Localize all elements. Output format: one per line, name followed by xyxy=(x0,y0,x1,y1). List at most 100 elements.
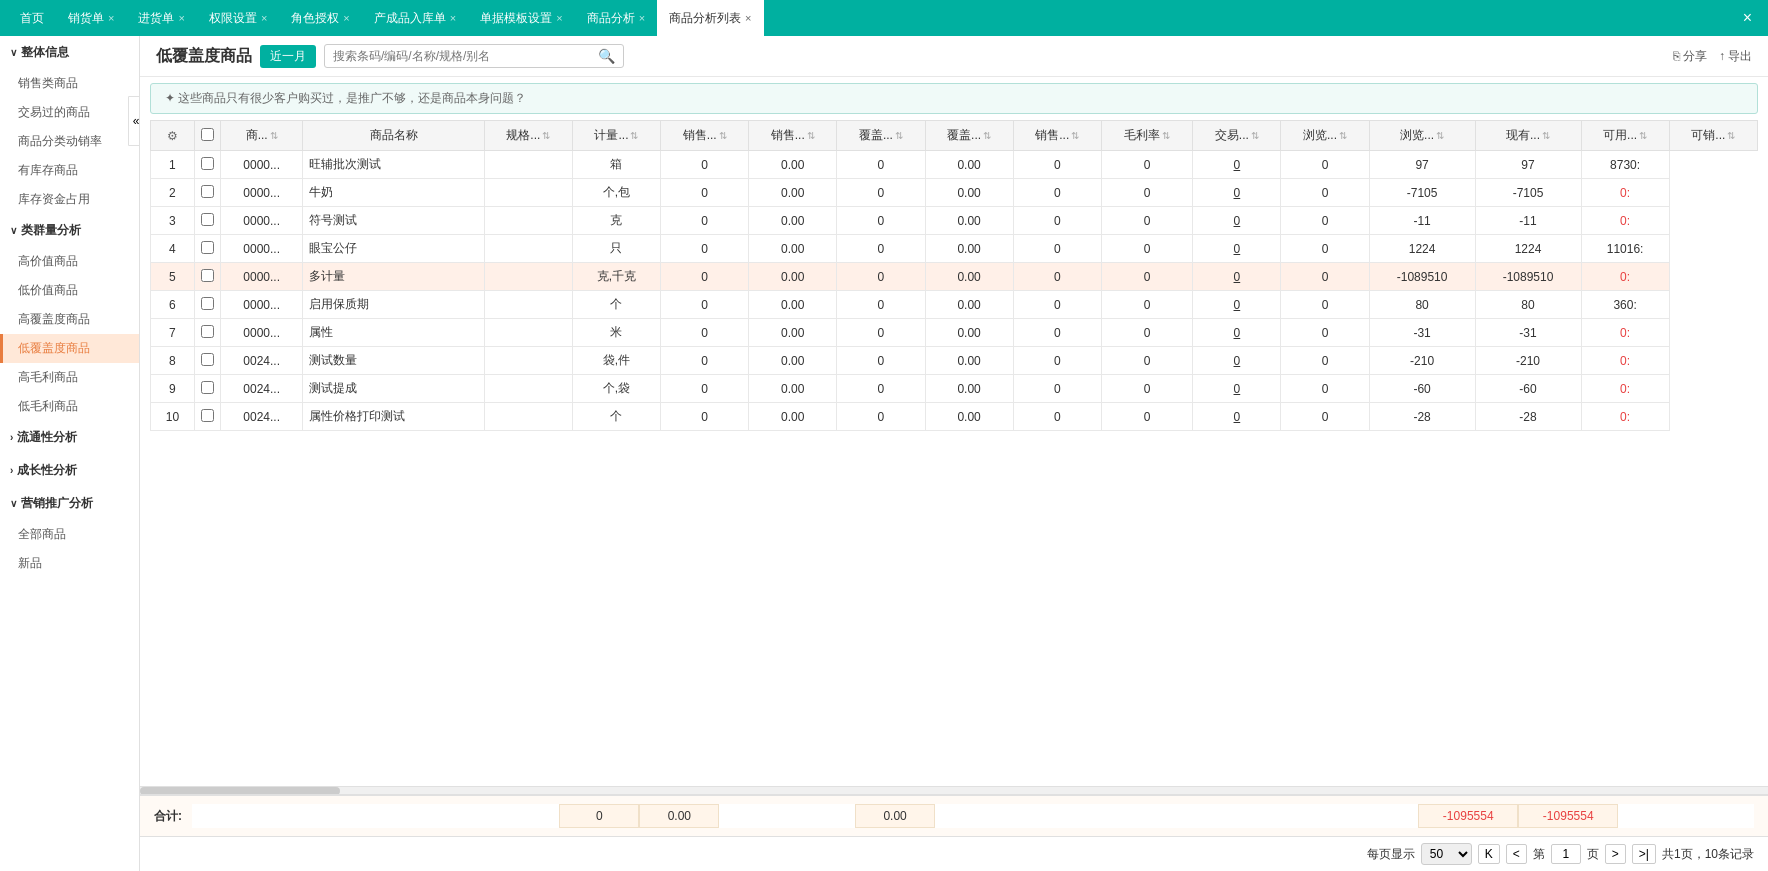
sidebar-item-category-rate[interactable]: 商品分类动销率 xyxy=(0,127,139,156)
nav-tab-template[interactable]: 单据模板设置 × xyxy=(468,0,574,36)
time-filter-button[interactable]: 近一月 xyxy=(260,45,316,68)
table-cell-checkbox[interactable] xyxy=(194,151,220,179)
table-cell-v7[interactable]: 0 xyxy=(1193,235,1281,263)
col-sales1[interactable]: 销售...⇅ xyxy=(661,121,749,151)
browse-link[interactable]: 0 xyxy=(1234,354,1241,368)
close-icon[interactable]: × xyxy=(556,12,562,24)
table-cell-v7[interactable]: 0 xyxy=(1193,263,1281,291)
share-button[interactable]: ⎘ 分享 xyxy=(1673,48,1707,65)
table-cell-v7[interactable]: 0 xyxy=(1193,403,1281,431)
sidebar-item-all-goods[interactable]: 全部商品 xyxy=(0,520,139,549)
table-cell-v7[interactable]: 0 xyxy=(1193,207,1281,235)
per-page-select[interactable]: 50 100 200 xyxy=(1421,843,1472,865)
close-icon[interactable]: × xyxy=(450,12,456,24)
browse-link[interactable]: 0 xyxy=(1234,410,1241,424)
sidebar-item-sales-goods[interactable]: 销售类商品 xyxy=(0,69,139,98)
col-transaction[interactable]: 交易...⇅ xyxy=(1193,121,1281,151)
close-icon[interactable]: × xyxy=(639,12,645,24)
nav-tab-sales[interactable]: 销货单 × xyxy=(56,0,126,36)
table-cell-checkbox[interactable] xyxy=(194,291,220,319)
close-icon[interactable]: × xyxy=(343,12,349,24)
col-code[interactable]: 商...⇅ xyxy=(220,121,303,151)
row-checkbox[interactable] xyxy=(201,297,214,310)
sidebar-item-low-profit[interactable]: 低毛利商品 xyxy=(0,392,139,421)
table-cell-checkbox[interactable] xyxy=(194,235,220,263)
browse-link[interactable]: 0 xyxy=(1234,214,1241,228)
select-all-checkbox[interactable] xyxy=(201,128,214,141)
col-spec[interactable]: 规格...⇅ xyxy=(484,121,572,151)
table-cell-v7[interactable]: 0 xyxy=(1193,291,1281,319)
table-cell-v7[interactable]: 0 xyxy=(1193,375,1281,403)
browse-link[interactable]: 0 xyxy=(1234,186,1241,200)
row-checkbox[interactable] xyxy=(201,381,214,394)
table-cell-v7[interactable]: 0 xyxy=(1193,319,1281,347)
row-checkbox[interactable] xyxy=(201,409,214,422)
col-current-stock[interactable]: 现有...⇅ xyxy=(1475,121,1581,151)
col-sales2[interactable]: 销售...⇅ xyxy=(749,121,837,151)
prev-page-button[interactable]: < xyxy=(1506,844,1527,864)
horizontal-scrollbar[interactable] xyxy=(140,786,1768,794)
row-checkbox[interactable] xyxy=(201,241,214,254)
browse-link[interactable]: 0 xyxy=(1234,298,1241,312)
search-input[interactable] xyxy=(333,49,598,63)
table-cell-checkbox[interactable] xyxy=(194,375,220,403)
page-number-input[interactable] xyxy=(1551,844,1581,864)
sidebar-item-high-coverage[interactable]: 高覆盖度商品 xyxy=(0,305,139,334)
browse-link[interactable]: 0 xyxy=(1234,270,1241,284)
nav-tab-permissions[interactable]: 权限设置 × xyxy=(197,0,279,36)
nav-tab-home[interactable]: 首页 xyxy=(8,0,56,36)
first-page-button[interactable]: K xyxy=(1478,844,1500,864)
sidebar-section-marketing[interactable]: ∨ 营销推广分析 xyxy=(0,487,139,520)
sidebar-item-new-goods[interactable]: 新品 xyxy=(0,549,139,578)
sidebar-section-liquidity[interactable]: › 流通性分析 xyxy=(0,421,139,454)
sidebar-item-stock-capital[interactable]: 库存资金占用 xyxy=(0,185,139,214)
close-all-button[interactable]: × xyxy=(1735,9,1760,27)
table-cell-checkbox[interactable] xyxy=(194,319,220,347)
close-icon[interactable]: × xyxy=(178,12,184,24)
export-button[interactable]: ↑ 导出 xyxy=(1719,48,1752,65)
sidebar-section-cluster[interactable]: ∨ 类群量分析 xyxy=(0,214,139,247)
browse-link[interactable]: 0 xyxy=(1234,158,1241,172)
close-icon[interactable]: × xyxy=(745,12,751,24)
row-checkbox[interactable] xyxy=(201,325,214,338)
row-checkbox[interactable] xyxy=(201,157,214,170)
col-available-stock[interactable]: 可用...⇅ xyxy=(1581,121,1669,151)
browse-link[interactable]: 0 xyxy=(1234,382,1241,396)
last-page-button[interactable]: >| xyxy=(1632,844,1656,864)
col-sales3[interactable]: 销售...⇅ xyxy=(1013,121,1101,151)
sidebar-item-low-value[interactable]: 低价值商品 xyxy=(0,276,139,305)
col-sellable[interactable]: 可销...⇅ xyxy=(1669,121,1757,151)
data-table-wrapper[interactable]: ⚙ 商...⇅ 商品名称 规格...⇅ 计量...⇅ 销售...⇅ 销售...⇅… xyxy=(150,120,1758,786)
table-cell-v7[interactable]: 0 xyxy=(1193,347,1281,375)
next-page-button[interactable]: > xyxy=(1605,844,1626,864)
table-cell-checkbox[interactable] xyxy=(194,403,220,431)
search-box[interactable]: 🔍 xyxy=(324,44,624,68)
nav-tab-goods-analysis-list[interactable]: 商品分析列表 × xyxy=(657,0,763,36)
sidebar-item-low-coverage[interactable]: 低覆盖度商品 xyxy=(0,334,139,363)
table-cell-checkbox[interactable] xyxy=(194,347,220,375)
row-checkbox[interactable] xyxy=(201,353,214,366)
nav-tab-purchase[interactable]: 进货单 × xyxy=(126,0,196,36)
table-cell-checkbox[interactable] xyxy=(194,179,220,207)
sidebar-item-high-profit[interactable]: 高毛利商品 xyxy=(0,363,139,392)
row-checkbox[interactable] xyxy=(201,185,214,198)
browse-link[interactable]: 0 xyxy=(1234,326,1241,340)
col-coverage1[interactable]: 覆盖...⇅ xyxy=(837,121,925,151)
sidebar-item-high-value[interactable]: 高价值商品 xyxy=(0,247,139,276)
sidebar-section-growth[interactable]: › 成长性分析 xyxy=(0,454,139,487)
close-icon[interactable]: × xyxy=(108,12,114,24)
col-unit[interactable]: 计量...⇅ xyxy=(572,121,660,151)
row-checkbox[interactable] xyxy=(201,213,214,226)
table-cell-v7[interactable]: 0 xyxy=(1193,151,1281,179)
sidebar-collapse-button[interactable]: « xyxy=(128,96,140,146)
nav-tab-roles[interactable]: 角色授权 × xyxy=(279,0,361,36)
table-cell-v7[interactable]: 0 xyxy=(1193,179,1281,207)
settings-icon[interactable]: ⚙ xyxy=(167,129,178,143)
table-cell-checkbox[interactable] xyxy=(194,263,220,291)
nav-tab-goods-analysis[interactable]: 商品分析 × xyxy=(575,0,657,36)
row-checkbox[interactable] xyxy=(201,269,214,282)
table-cell-checkbox[interactable] xyxy=(194,207,220,235)
sidebar-section-overall[interactable]: ∨ 整体信息 xyxy=(0,36,139,69)
browse-link[interactable]: 0 xyxy=(1234,242,1241,256)
col-coverage2[interactable]: 覆盖...⇅ xyxy=(925,121,1013,151)
